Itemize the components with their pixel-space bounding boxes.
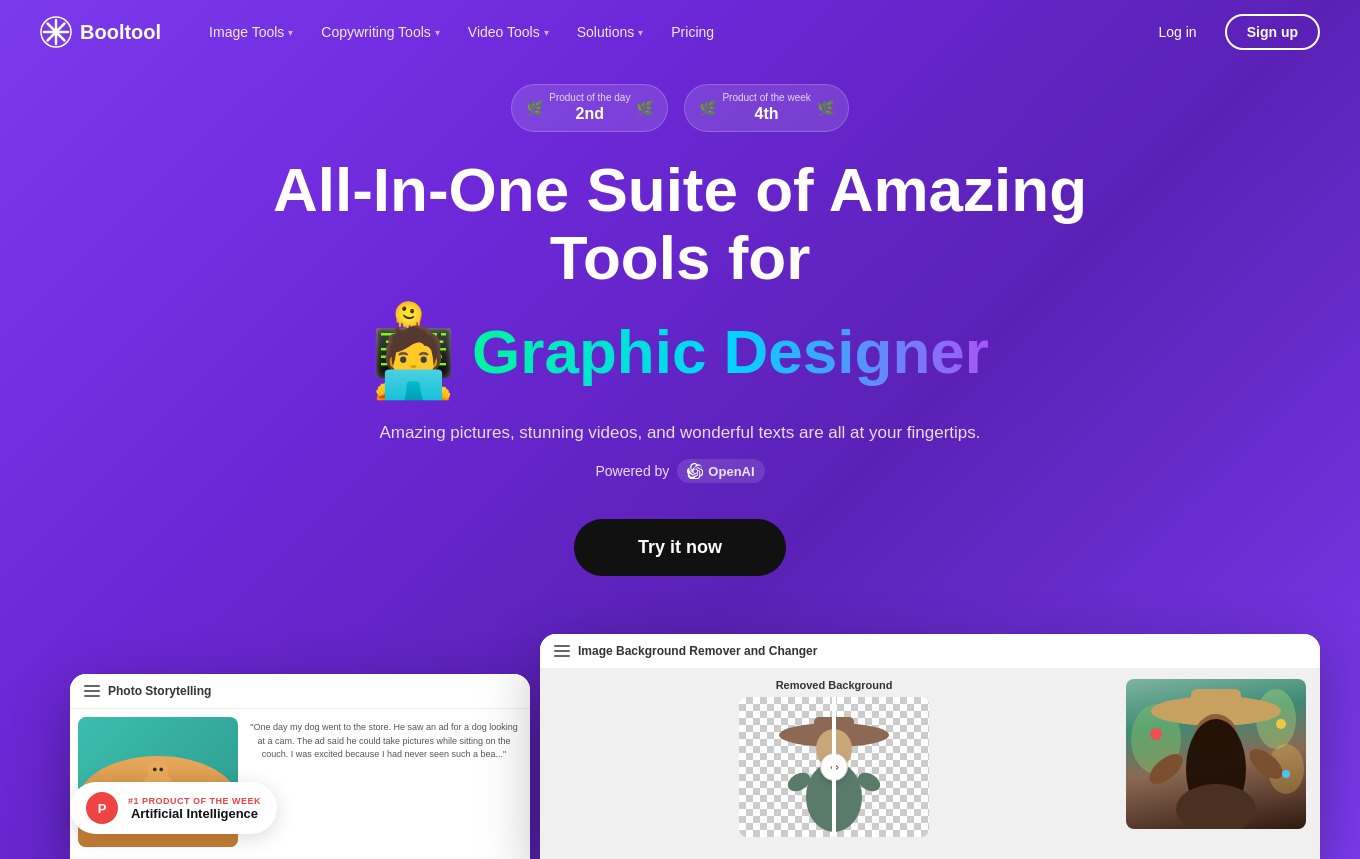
- navbar: Booltool Image Tools ▾ Copywriting Tools…: [0, 0, 1360, 64]
- removed-bg-panel: Removed Background: [554, 679, 1114, 851]
- powered-by-label: Powered by: [595, 463, 669, 479]
- hero-subtext: Amazing pictures, stunning videos, and w…: [380, 423, 981, 443]
- screenshot-title-secondary: Photo Storytelling: [108, 684, 211, 698]
- screenshots-area: Photo Storytelling "One day my dog went …: [40, 624, 1320, 859]
- login-button[interactable]: Log in: [1143, 16, 1213, 48]
- logo[interactable]: Booltool: [40, 16, 161, 48]
- openai-logo: OpenAI: [677, 459, 764, 483]
- openai-icon: [687, 463, 703, 479]
- screenshot-bg-remover: Image Background Remover and Changer Rem…: [540, 634, 1320, 859]
- nav-left: Booltool Image Tools ▾ Copywriting Tools…: [40, 16, 726, 48]
- svg-point-26: [1276, 719, 1286, 729]
- hero-section: 🌿 Product of the day 2nd 🌿 🌿 Product of …: [0, 64, 1360, 859]
- svg-point-6: [148, 761, 168, 781]
- original-photo-panel: [1126, 679, 1306, 829]
- logo-icon: [40, 16, 72, 48]
- original-photo: [1126, 679, 1306, 829]
- svg-point-25: [1150, 728, 1162, 740]
- openai-text: OpenAI: [708, 464, 754, 479]
- laurel-left-icon: 🌿: [526, 100, 543, 116]
- hero-emoji-main: 🧑‍💻: [371, 323, 456, 403]
- nav-pricing[interactable]: Pricing: [659, 16, 726, 48]
- hero-role-label: Graphic Designer: [472, 316, 989, 387]
- story-text: "One day my dog went to the store. He sa…: [250, 721, 518, 762]
- award-product-of-week: 🌿 Product of the week 4th 🌿: [684, 84, 848, 132]
- screenshot-title-main: Image Background Remover and Changer: [578, 644, 817, 658]
- awards-row: 🌿 Product of the day 2nd 🌿 🌿 Product of …: [511, 84, 849, 132]
- nav-solutions[interactable]: Solutions ▾: [565, 16, 656, 48]
- badge-text: #1 PRODUCT OF THE WEEK Artificial Intell…: [128, 796, 261, 821]
- chevron-down-icon: ▾: [288, 27, 293, 38]
- laurel-left-icon: 🌿: [699, 100, 716, 116]
- person-original-photo: [1126, 679, 1306, 829]
- svg-point-27: [1282, 770, 1290, 778]
- chevron-down-icon: ▾: [638, 27, 643, 38]
- emoji-stack: 🫠 🧑‍💻: [371, 300, 456, 403]
- hamburger-icon[interactable]: [84, 685, 100, 697]
- divider-handle[interactable]: [832, 697, 836, 837]
- svg-point-8: [159, 768, 163, 772]
- chevron-down-icon: ▾: [435, 27, 440, 38]
- hero-role-row: 🫠 🧑‍💻 Graphic Designer: [371, 300, 989, 403]
- svg-point-22: [1176, 784, 1256, 829]
- badge-rank-label: #1 PRODUCT OF THE WEEK: [128, 796, 261, 806]
- svg-point-7: [153, 768, 157, 772]
- hamburger-icon[interactable]: [554, 645, 570, 657]
- laurel-right-icon: 🌿: [636, 100, 653, 116]
- laurel-right-icon: 🌿: [817, 100, 834, 116]
- badge-category: Artificial Intelligence: [128, 806, 261, 821]
- nav-image-tools[interactable]: Image Tools ▾: [197, 16, 305, 48]
- screenshot-titlebar-main: Image Background Remover and Changer: [540, 634, 1320, 669]
- screenshot-content-main: Removed Background: [540, 669, 1320, 859]
- svg-rect-19: [1191, 689, 1241, 715]
- nav-links: Image Tools ▾ Copywriting Tools ▾ Video …: [197, 16, 726, 48]
- nav-copywriting-tools[interactable]: Copywriting Tools ▾: [309, 16, 451, 48]
- powered-by: Powered by OpenAI: [595, 459, 764, 483]
- product-badge: P #1 PRODUCT OF THE WEEK Artificial Inte…: [70, 782, 277, 834]
- nav-right: Log in Sign up: [1143, 14, 1320, 50]
- removed-bg-image: ⇔: [739, 697, 929, 837]
- nav-video-tools[interactable]: Video Tools ▾: [456, 16, 561, 48]
- removed-bg-label: Removed Background: [776, 679, 893, 691]
- story-text-area: "One day my dog went to the store. He sa…: [246, 717, 522, 853]
- screenshot-titlebar-secondary: Photo Storytelling: [70, 674, 530, 709]
- chevron-down-icon: ▾: [544, 27, 549, 38]
- try-it-now-button[interactable]: Try it now: [574, 519, 786, 576]
- award-product-of-day: 🌿 Product of the day 2nd 🌿: [511, 84, 668, 132]
- badge-icon: P: [86, 792, 118, 824]
- signup-button[interactable]: Sign up: [1225, 14, 1320, 50]
- hero-headline: All-In-One Suite of Amazing Tools for: [230, 156, 1130, 292]
- logo-text: Booltool: [80, 21, 161, 44]
